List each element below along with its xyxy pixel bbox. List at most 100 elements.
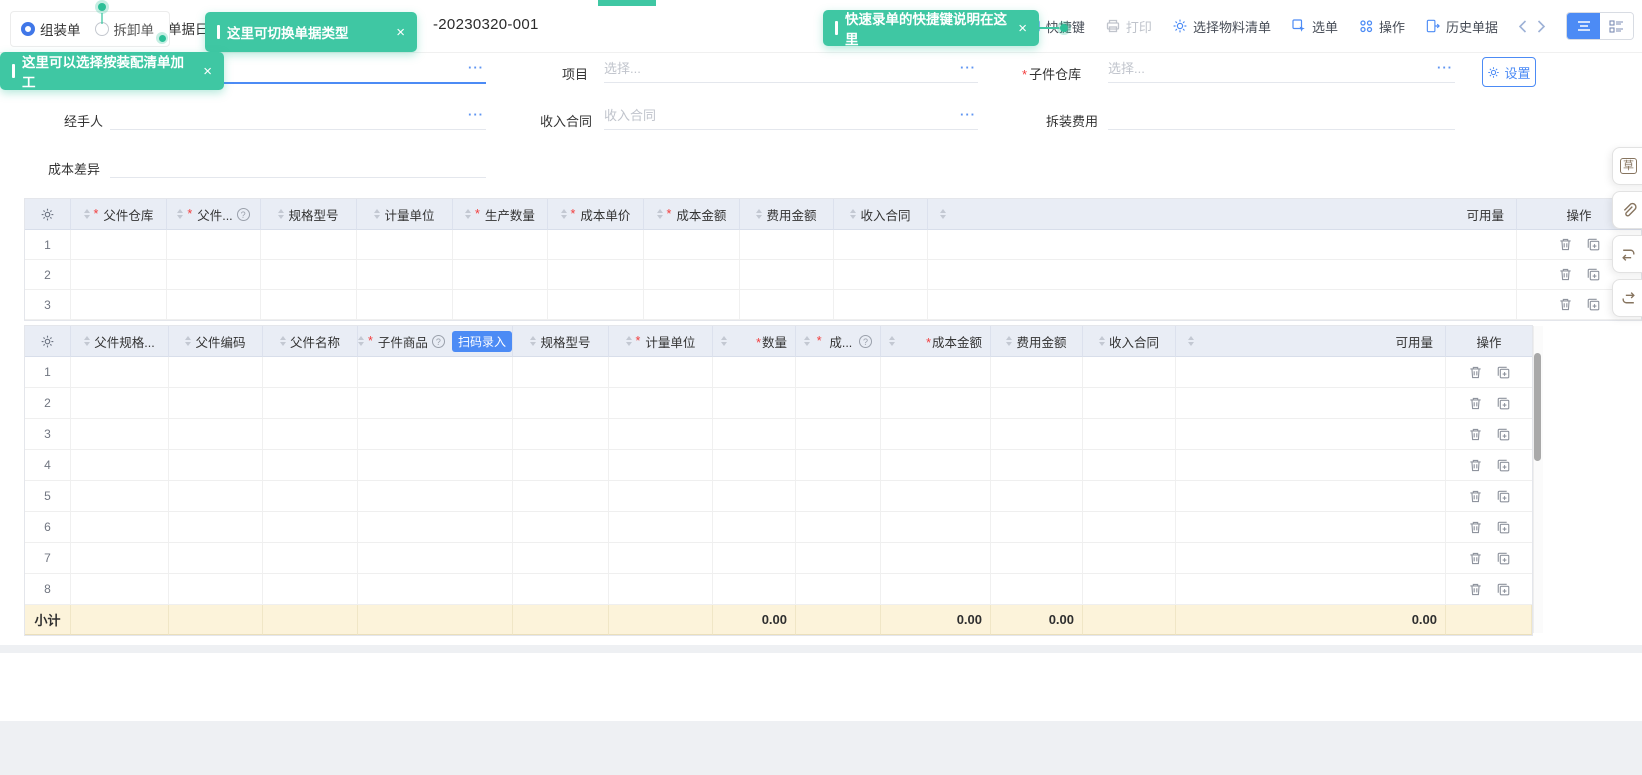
cell[interactable] bbox=[740, 290, 834, 320]
cell[interactable] bbox=[169, 512, 263, 543]
cell[interactable] bbox=[713, 388, 796, 419]
list-view-toggle[interactable] bbox=[1567, 13, 1600, 39]
cell[interactable] bbox=[881, 450, 991, 481]
cell[interactable] bbox=[263, 419, 358, 450]
cell[interactable] bbox=[169, 388, 263, 419]
cell[interactable] bbox=[609, 512, 713, 543]
assembly-fee-input[interactable] bbox=[1108, 105, 1455, 130]
transfer-out-button[interactable] bbox=[1612, 235, 1642, 273]
th-parent-code[interactable]: 父件编码 bbox=[169, 326, 263, 357]
delete-row-icon[interactable] bbox=[1468, 396, 1483, 411]
attachment-button[interactable] bbox=[1612, 191, 1642, 229]
cell[interactable] bbox=[169, 543, 263, 574]
detail-view-toggle[interactable] bbox=[1600, 13, 1633, 39]
th-cost-amount[interactable]: *成本金额 bbox=[881, 326, 991, 357]
cell[interactable] bbox=[1176, 450, 1446, 481]
cell[interactable] bbox=[1176, 419, 1446, 450]
cell[interactable] bbox=[513, 512, 609, 543]
copy-row-icon[interactable] bbox=[1496, 582, 1511, 597]
th-parent-warehouse[interactable]: * 父件仓库 bbox=[71, 199, 167, 230]
delete-row-icon[interactable] bbox=[1468, 489, 1483, 504]
th-income-contract[interactable]: 收入合同 bbox=[834, 199, 928, 230]
tooltip-close-icon[interactable]: × bbox=[1008, 20, 1027, 37]
cell[interactable] bbox=[358, 543, 513, 574]
th-child-item[interactable]: * 子件商品? 扫码录入 bbox=[358, 326, 513, 357]
cell[interactable] bbox=[928, 230, 1517, 260]
cell[interactable] bbox=[713, 543, 796, 574]
cell[interactable] bbox=[609, 574, 713, 605]
cell[interactable] bbox=[991, 357, 1083, 388]
delete-row-icon[interactable] bbox=[1468, 582, 1483, 597]
th-parent-name[interactable]: 父件名称 bbox=[263, 326, 358, 357]
th-cost-price[interactable]: * 成本单价 bbox=[548, 199, 644, 230]
scan-entry-button[interactable]: 扫码录入 bbox=[451, 330, 512, 352]
th-fee-amount[interactable]: 费用金额 bbox=[991, 326, 1083, 357]
cell[interactable] bbox=[1083, 574, 1176, 605]
th-parent-item[interactable]: * 父件...? bbox=[167, 199, 261, 230]
cell[interactable] bbox=[881, 357, 991, 388]
cell[interactable] bbox=[261, 230, 357, 260]
cell[interactable] bbox=[169, 481, 263, 512]
cell[interactable] bbox=[796, 481, 881, 512]
handler-input[interactable] bbox=[110, 105, 486, 130]
copy-row-icon[interactable] bbox=[1496, 396, 1511, 411]
cell[interactable] bbox=[713, 357, 796, 388]
cell[interactable] bbox=[644, 260, 740, 290]
cell[interactable] bbox=[357, 260, 453, 290]
cell[interactable] bbox=[169, 419, 263, 450]
cell[interactable] bbox=[71, 419, 169, 450]
help-icon[interactable]: ? bbox=[431, 334, 445, 348]
cell[interactable] bbox=[713, 450, 796, 481]
cell[interactable] bbox=[609, 450, 713, 481]
cell[interactable] bbox=[991, 419, 1083, 450]
column-settings-gear[interactable] bbox=[25, 199, 71, 230]
th-parent-spec[interactable]: 父件规格... bbox=[71, 326, 169, 357]
print-button[interactable]: 打印 bbox=[1105, 17, 1152, 36]
cell[interactable] bbox=[740, 230, 834, 260]
cell[interactable] bbox=[991, 481, 1083, 512]
copy-row-icon[interactable] bbox=[1496, 520, 1511, 535]
handler-ellipsis-button[interactable]: ··· bbox=[468, 107, 484, 122]
cell[interactable] bbox=[358, 450, 513, 481]
cell[interactable] bbox=[609, 419, 713, 450]
cell[interactable] bbox=[796, 419, 881, 450]
cell[interactable] bbox=[609, 357, 713, 388]
cell[interactable] bbox=[261, 290, 357, 320]
transfer-in-button[interactable] bbox=[1612, 279, 1642, 317]
th-spec[interactable]: 规格型号 bbox=[513, 326, 609, 357]
th-available-qty[interactable]: 可用量 bbox=[1176, 326, 1446, 357]
history-docs-button[interactable]: 历史单据 bbox=[1425, 17, 1498, 36]
cell[interactable] bbox=[991, 574, 1083, 605]
cell[interactable] bbox=[513, 481, 609, 512]
draft-button[interactable]: 草 bbox=[1612, 147, 1642, 185]
cell[interactable] bbox=[644, 230, 740, 260]
chevron-right-icon[interactable] bbox=[1537, 19, 1546, 33]
cell[interactable] bbox=[1083, 450, 1176, 481]
cell[interactable] bbox=[453, 230, 548, 260]
cell[interactable] bbox=[169, 450, 263, 481]
cell[interactable] bbox=[1083, 481, 1176, 512]
cell[interactable] bbox=[263, 574, 358, 605]
cell[interactable] bbox=[358, 388, 513, 419]
help-icon[interactable]: ? bbox=[236, 207, 250, 221]
cell[interactable] bbox=[71, 357, 169, 388]
cell[interactable] bbox=[609, 481, 713, 512]
cell[interactable] bbox=[513, 419, 609, 450]
cell[interactable] bbox=[713, 481, 796, 512]
settings-button[interactable]: 设置 bbox=[1482, 57, 1536, 87]
cell[interactable] bbox=[991, 512, 1083, 543]
cell[interactable] bbox=[796, 574, 881, 605]
cell[interactable] bbox=[263, 388, 358, 419]
cell[interactable] bbox=[1176, 481, 1446, 512]
cell[interactable] bbox=[453, 290, 548, 320]
cell[interactable] bbox=[167, 230, 261, 260]
cell[interactable] bbox=[357, 290, 453, 320]
cell[interactable] bbox=[513, 543, 609, 574]
bom-ellipsis-button[interactable]: ··· bbox=[468, 60, 484, 75]
cell[interactable] bbox=[513, 574, 609, 605]
delete-row-icon[interactable] bbox=[1558, 237, 1573, 252]
cell[interactable] bbox=[796, 450, 881, 481]
cell[interactable] bbox=[928, 260, 1517, 290]
cell[interactable] bbox=[713, 512, 796, 543]
income-contract-input[interactable] bbox=[604, 105, 978, 130]
